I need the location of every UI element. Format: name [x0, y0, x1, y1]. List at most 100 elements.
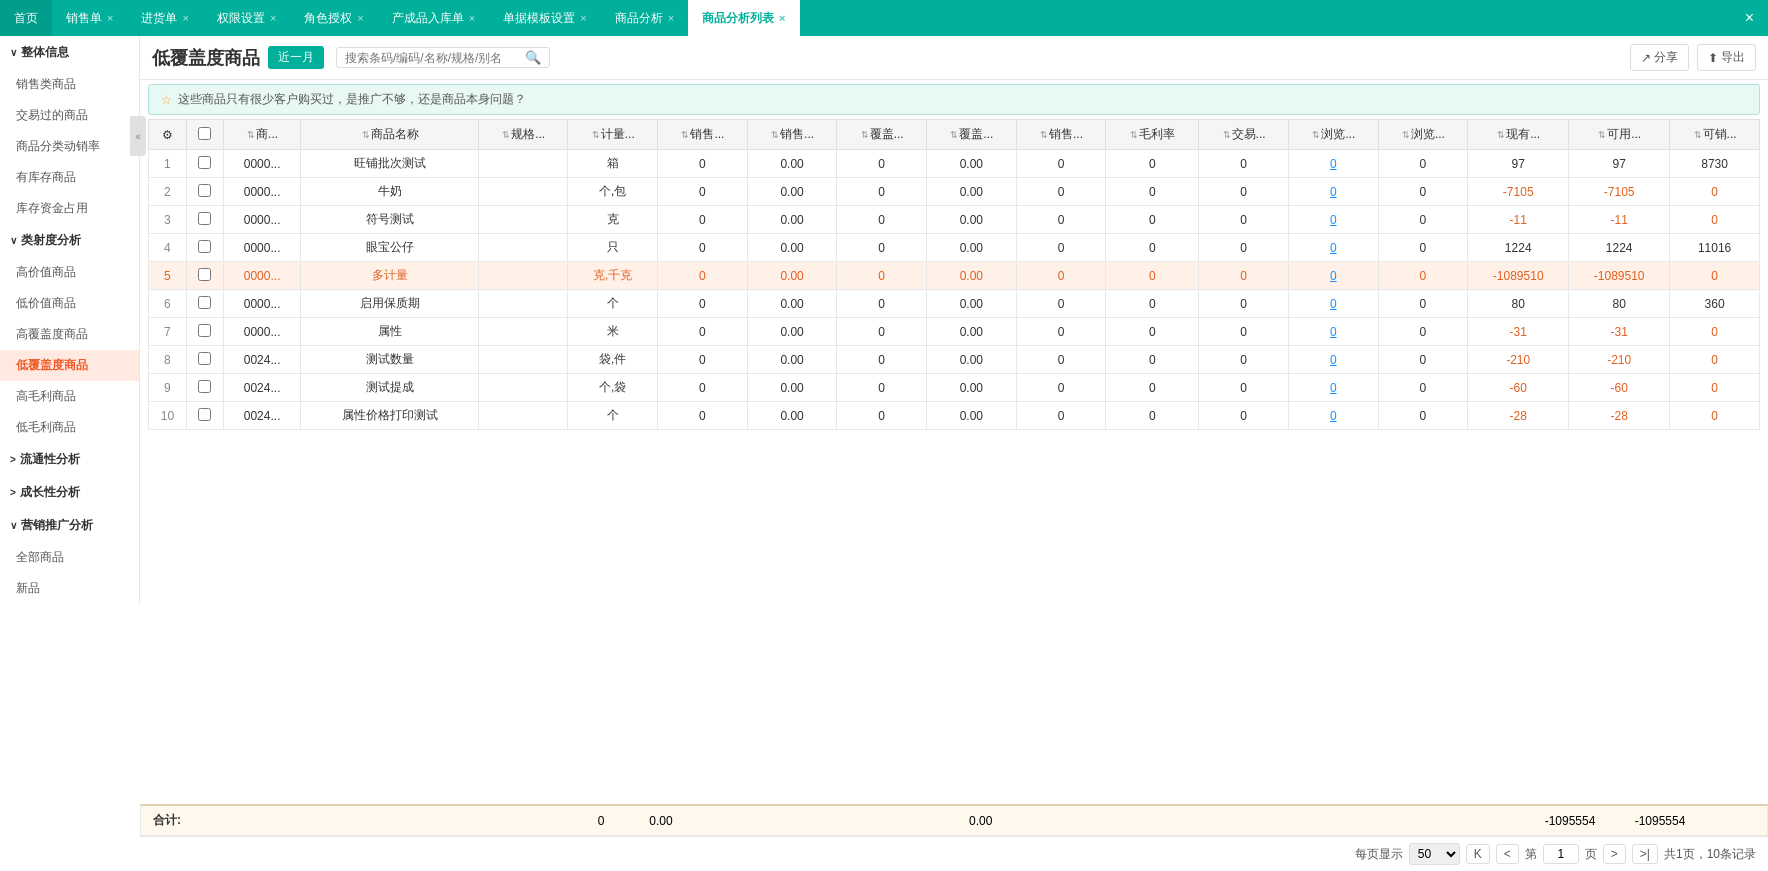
export-button[interactable]: ⬆ 导出	[1697, 44, 1756, 71]
browse1[interactable]: 0	[1288, 402, 1378, 430]
browse1[interactable]: 0	[1288, 346, 1378, 374]
sale-amount-column-header[interactable]: ⇅销售...	[747, 120, 837, 150]
name-column-header[interactable]: ⇅商品名称	[301, 120, 479, 150]
share-button[interactable]: ↗ 分享	[1630, 44, 1689, 71]
page-size-select[interactable]: 50 100 200	[1409, 843, 1460, 865]
close-icon[interactable]: ×	[580, 12, 586, 24]
close-icon[interactable]: ×	[469, 12, 475, 24]
close-icon[interactable]: ×	[357, 12, 363, 24]
nav-item-sales[interactable]: 销售单 ×	[52, 0, 127, 36]
sidebar-section-overall[interactable]: ∨ 整体信息	[0, 36, 139, 69]
row-checkbox[interactable]	[186, 374, 223, 402]
filter-recent-month-button[interactable]: 近一月	[268, 46, 324, 69]
spec-column-header[interactable]: ⇅规格...	[478, 120, 568, 150]
row-select-checkbox[interactable]	[198, 296, 211, 309]
settings-column-header[interactable]: ⚙	[149, 120, 187, 150]
close-icon[interactable]: ×	[270, 12, 276, 24]
nav-item-production[interactable]: 产成品入库单 ×	[378, 0, 489, 36]
browse1-column-header[interactable]: ⇅浏览...	[1288, 120, 1378, 150]
cover2-column-header[interactable]: ⇅覆盖...	[927, 120, 1017, 150]
row-checkbox[interactable]	[186, 262, 223, 290]
close-icon[interactable]: ×	[668, 12, 674, 24]
available-column-header[interactable]: ⇅可用...	[1569, 120, 1670, 150]
row-checkbox[interactable]	[186, 150, 223, 178]
gross-rate-column-header[interactable]: ⇅毛利率	[1106, 120, 1199, 150]
sidebar-section-growth[interactable]: > 成长性分析	[0, 476, 139, 509]
checkbox-column-header[interactable]	[186, 120, 223, 150]
sidebar-collapse-button[interactable]: «	[130, 116, 146, 156]
nav-item-home[interactable]: 首页	[0, 0, 52, 36]
sidebar-item-high-margin[interactable]: 高毛利商品	[0, 381, 139, 412]
search-icon[interactable]: 🔍	[525, 50, 541, 65]
row-select-checkbox[interactable]	[198, 408, 211, 421]
select-all-checkbox[interactable]	[198, 127, 211, 140]
row-select-checkbox[interactable]	[198, 212, 211, 225]
browse1[interactable]: 0	[1288, 150, 1378, 178]
nav-item-analysis[interactable]: 商品分析 ×	[601, 0, 688, 36]
first-page-button[interactable]: K	[1466, 844, 1490, 864]
sidebar-section-flow[interactable]: > 流通性分析	[0, 443, 139, 476]
row-checkbox[interactable]	[186, 206, 223, 234]
browse1[interactable]: 0	[1288, 206, 1378, 234]
sidebar-item-capital-usage[interactable]: 库存资金占用	[0, 193, 139, 224]
browse2-column-header[interactable]: ⇅浏览...	[1378, 120, 1468, 150]
current-stock-column-header[interactable]: ⇅现有...	[1468, 120, 1569, 150]
sidebar-item-low-value[interactable]: 低价值商品	[0, 288, 139, 319]
saleable-column-header[interactable]: ⇅可销...	[1670, 120, 1760, 150]
sidebar-section-marketing[interactable]: ∨ 营销推广分析	[0, 509, 139, 542]
next-page-button[interactable]: >	[1603, 844, 1626, 864]
row-checkbox[interactable]	[186, 402, 223, 430]
search-input[interactable]	[345, 51, 525, 65]
row-select-checkbox[interactable]	[198, 240, 211, 253]
sidebar-item-category-rate[interactable]: 商品分类动销率	[0, 131, 139, 162]
cover1-column-header[interactable]: ⇅覆盖...	[837, 120, 927, 150]
table-container[interactable]: ⚙ ⇅商... ⇅商品名称 ⇅规格... ⇅计量... ⇅销售... ⇅销售..…	[148, 119, 1760, 804]
row-select-checkbox[interactable]	[198, 324, 211, 337]
chevron-down-icon: ∨	[10, 47, 17, 58]
sidebar-item-all-goods[interactable]: 全部商品	[0, 542, 139, 573]
nav-item-template[interactable]: 单据模板设置 ×	[489, 0, 600, 36]
sale3-column-header[interactable]: ⇅销售...	[1016, 120, 1106, 150]
browse1[interactable]: 0	[1288, 318, 1378, 346]
row-select-checkbox[interactable]	[198, 352, 211, 365]
row-select-checkbox[interactable]	[198, 156, 211, 169]
nav-item-analysis-list[interactable]: 商品分析列表 ×	[688, 0, 799, 36]
browse1[interactable]: 0	[1288, 374, 1378, 402]
sidebar-item-low-coverage[interactable]: 低覆盖度商品	[0, 350, 139, 381]
row-select-checkbox[interactable]	[198, 380, 211, 393]
code-column-header[interactable]: ⇅商...	[223, 120, 300, 150]
row-checkbox[interactable]	[186, 178, 223, 206]
browse1[interactable]: 0	[1288, 178, 1378, 206]
unit-column-header[interactable]: ⇅计量...	[568, 120, 658, 150]
row-select-checkbox[interactable]	[198, 268, 211, 281]
last-page-button[interactable]: >|	[1632, 844, 1658, 864]
current-stock: -210	[1468, 346, 1569, 374]
nav-item-purchase[interactable]: 进货单 ×	[127, 0, 202, 36]
row-checkbox[interactable]	[186, 290, 223, 318]
browse1[interactable]: 0	[1288, 234, 1378, 262]
sidebar-item-low-margin[interactable]: 低毛利商品	[0, 412, 139, 443]
trade-column-header[interactable]: ⇅交易...	[1199, 120, 1289, 150]
sidebar-item-traded-goods[interactable]: 交易过的商品	[0, 100, 139, 131]
row-select-checkbox[interactable]	[198, 184, 211, 197]
close-icon[interactable]: ×	[107, 12, 113, 24]
sidebar-item-high-value[interactable]: 高价值商品	[0, 257, 139, 288]
page-number-input[interactable]	[1543, 844, 1579, 864]
sidebar-item-sales-goods[interactable]: 销售类商品	[0, 69, 139, 100]
sidebar-item-new-goods[interactable]: 新品	[0, 573, 139, 604]
browse1[interactable]: 0	[1288, 290, 1378, 318]
browse1[interactable]: 0	[1288, 262, 1378, 290]
sidebar-item-high-coverage[interactable]: 高覆盖度商品	[0, 319, 139, 350]
nav-item-roles[interactable]: 角色授权 ×	[290, 0, 377, 36]
nav-item-permissions[interactable]: 权限设置 ×	[203, 0, 290, 36]
window-close-button[interactable]: ×	[1731, 0, 1768, 36]
sidebar-item-stocked-goods[interactable]: 有库存商品	[0, 162, 139, 193]
sale-count-column-header[interactable]: ⇅销售...	[658, 120, 748, 150]
sidebar-section-coverage[interactable]: ∨ 类射度分析	[0, 224, 139, 257]
close-icon[interactable]: ×	[779, 12, 785, 24]
row-checkbox[interactable]	[186, 318, 223, 346]
row-checkbox[interactable]	[186, 234, 223, 262]
close-icon[interactable]: ×	[182, 12, 188, 24]
prev-page-button[interactable]: <	[1496, 844, 1519, 864]
row-checkbox[interactable]	[186, 346, 223, 374]
